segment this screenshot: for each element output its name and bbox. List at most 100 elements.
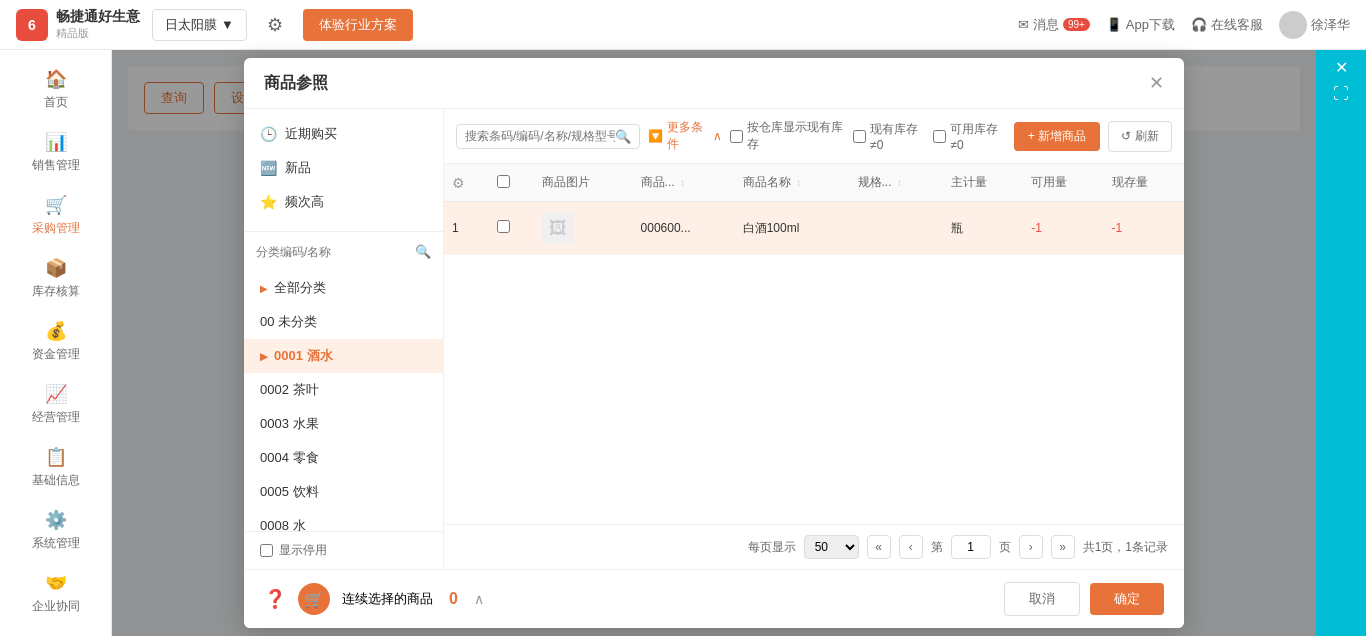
purchase-icon: 🛒 (45, 194, 67, 216)
sidebar-item-home[interactable]: 🏠 首页 (0, 58, 111, 121)
modal-header: 商品参照 ✕ (244, 58, 1184, 109)
sidebar-label-collab: 企业协同 (32, 598, 80, 615)
right-panel-expand-icon[interactable]: ⛶ (1333, 85, 1349, 103)
warehouse-checkbox[interactable] (730, 130, 743, 143)
category-search-icon[interactable]: 🔍 (415, 244, 431, 259)
gear-icon: ⚙ (452, 175, 465, 191)
recent-item-frequent[interactable]: ⭐ 频次高 (244, 185, 443, 219)
col-available: 可用量 (1023, 164, 1103, 202)
table-row[interactable]: 1 🖼 000600... 白酒100ml 瓶 (444, 202, 1184, 255)
sidebar-label-home: 首页 (44, 94, 68, 111)
usable-checkbox[interactable] (933, 130, 946, 143)
filter-label: 更多条件 (667, 119, 709, 153)
cat-item-0005[interactable]: 0005 饮料 (244, 475, 443, 509)
settings-icon[interactable]: ⚙ (259, 9, 291, 41)
filter-btn[interactable]: 🔽 更多条件 ∧ (648, 119, 722, 153)
sidebar-item-basic[interactable]: 📋 基础信息 (0, 436, 111, 499)
basic-icon: 📋 (45, 446, 67, 468)
warehouse-label: 按仓库显示现有库存 (747, 119, 845, 153)
cat-item-0002[interactable]: 0002 茶叶 (244, 373, 443, 407)
store-dropdown[interactable]: 日太阳膜 ▼ (152, 9, 247, 41)
trial-btn[interactable]: 体验行业方案 (303, 9, 413, 41)
product-search-input[interactable] (465, 129, 615, 143)
sidebar-item-operations[interactable]: 📈 经营管理 (0, 373, 111, 436)
cat-label-0001: 0001 酒水 (274, 347, 333, 365)
filter-up-icon: ∧ (713, 129, 722, 143)
next-page-btn[interactable]: › (1019, 535, 1043, 559)
online-service-item[interactable]: 🎧 在线客服 (1191, 16, 1263, 34)
row-unit: 瓶 (943, 202, 1023, 255)
cat-item-0004[interactable]: 0004 零食 (244, 441, 443, 475)
app-download-item[interactable]: 📱 App下载 (1106, 16, 1175, 34)
cancel-btn[interactable]: 取消 (1004, 582, 1080, 616)
help-icon[interactable]: ❓ (264, 588, 286, 610)
table-header-row: ⚙ 商品图片 商品... ↕ (444, 164, 1184, 202)
recent-section: 🕒 近期购买 🆕 新品 ⭐ 频次高 (244, 109, 443, 227)
sidebar: 🏠 首页 📊 销售管理 🛒 采购管理 📦 库存核算 💰 资金管理 📈 经营管理 … (0, 50, 112, 636)
page-label: 第 (931, 539, 943, 556)
footer-left: ❓ 🛒 连续选择的商品 0 ∧ (264, 583, 484, 615)
add-product-btn[interactable]: + 新增商品 (1014, 122, 1100, 151)
sidebar-label-purchase: 采购管理 (32, 220, 80, 237)
cat-item-00[interactable]: 00 未分类 (244, 305, 443, 339)
cat-item-all[interactable]: ▶ 全部分类 (244, 271, 443, 305)
col-code[interactable]: 商品... ↕ (633, 164, 735, 202)
available-checkbox[interactable] (853, 130, 866, 143)
col-spec[interactable]: 规格... ↕ (850, 164, 943, 202)
search-submit-icon[interactable]: 🔍 (615, 129, 631, 144)
cat-label-0005: 0005 饮料 (260, 483, 319, 501)
last-page-btn[interactable]: » (1051, 535, 1075, 559)
confirm-btn[interactable]: 确定 (1090, 583, 1164, 615)
cat-label-0004: 0004 零食 (260, 449, 319, 467)
sidebar-item-inventory[interactable]: 📦 库存核算 (0, 247, 111, 310)
sidebar-item-finance[interactable]: 💰 资金管理 (0, 310, 111, 373)
notification-label: 消息 (1033, 16, 1059, 34)
recent-item-new[interactable]: 🆕 新品 (244, 151, 443, 185)
row-name: 白酒100ml (735, 202, 850, 255)
right-panel-close-icon[interactable]: ✕ (1335, 58, 1348, 77)
select-all-checkbox[interactable] (497, 175, 510, 188)
modal-close-btn[interactable]: ✕ (1149, 72, 1164, 94)
col-settings[interactable]: ⚙ (444, 164, 489, 202)
modal-footer: ❓ 🛒 连续选择的商品 0 ∧ 取消 确定 (244, 569, 1184, 628)
warehouse-filter: 按仓库显示现有库存 (730, 119, 845, 153)
sort-name-icon: ↕ (796, 177, 801, 188)
user-item[interactable]: 徐泽华 (1279, 11, 1350, 39)
prev-page-btn[interactable]: ‹ (899, 535, 923, 559)
sort-spec-icon: ↕ (897, 177, 902, 188)
product-table-container: ⚙ 商品图片 商品... ↕ (444, 164, 1184, 524)
cat-item-0001[interactable]: ▶ 0001 酒水 (244, 339, 443, 373)
category-search-input[interactable] (256, 245, 407, 259)
avatar (1279, 11, 1307, 39)
modal-overlay: 商品参照 ✕ 🕒 近期购买 🆕 (112, 50, 1316, 636)
row-code: 000600... (633, 202, 735, 255)
cat-item-0008[interactable]: 0008 水 (244, 509, 443, 531)
sidebar-item-purchase[interactable]: 🛒 采购管理 (0, 184, 111, 247)
notification-item[interactable]: ✉ 消息 99+ (1018, 16, 1090, 34)
sidebar-item-system[interactable]: ⚙️ 系统管理 (0, 499, 111, 562)
first-page-btn[interactable]: « (867, 535, 891, 559)
page-input[interactable] (951, 535, 991, 559)
dropdown-arrow-icon: ▼ (221, 17, 234, 32)
sidebar-item-guide[interactable]: 🎯 新手引导 (0, 625, 111, 636)
brand-info: 畅捷通好生意 精品版 (56, 8, 140, 41)
main-layout: 🏠 首页 📊 销售管理 🛒 采购管理 📦 库存核算 💰 资金管理 📈 经营管理 … (0, 50, 1366, 636)
page-size-select[interactable]: 50 20 100 (804, 535, 859, 559)
notification-badge: 99+ (1063, 18, 1090, 31)
col-name[interactable]: 商品名称 ↕ (735, 164, 850, 202)
top-nav: 6 畅捷通好生意 精品版 日太阳膜 ▼ ⚙ 体验行业方案 ✉ 消息 99+ 📱 … (0, 0, 1366, 50)
col-unit[interactable]: 主计量 (943, 164, 1023, 202)
cart-btn[interactable]: 🛒 (298, 583, 330, 615)
sidebar-item-sales[interactable]: 📊 销售管理 (0, 121, 111, 184)
display-disabled-checkbox[interactable] (260, 544, 273, 557)
recent-item-purchase[interactable]: 🕒 近期购买 (244, 117, 443, 151)
refresh-btn[interactable]: ↺ 刷新 (1108, 121, 1172, 152)
nav-right: ✉ 消息 99+ 📱 App下载 🎧 在线客服 徐泽华 (1018, 11, 1350, 39)
sidebar-label-sales: 销售管理 (32, 157, 80, 174)
sidebar-item-collab[interactable]: 🤝 企业协同 (0, 562, 111, 625)
cat-item-0003[interactable]: 0003 水果 (244, 407, 443, 441)
col-checkbox (489, 164, 534, 202)
collapse-arrow-icon[interactable]: ∧ (474, 591, 484, 607)
online-service-label: 在线客服 (1211, 16, 1263, 34)
row-select-checkbox[interactable] (497, 220, 510, 233)
